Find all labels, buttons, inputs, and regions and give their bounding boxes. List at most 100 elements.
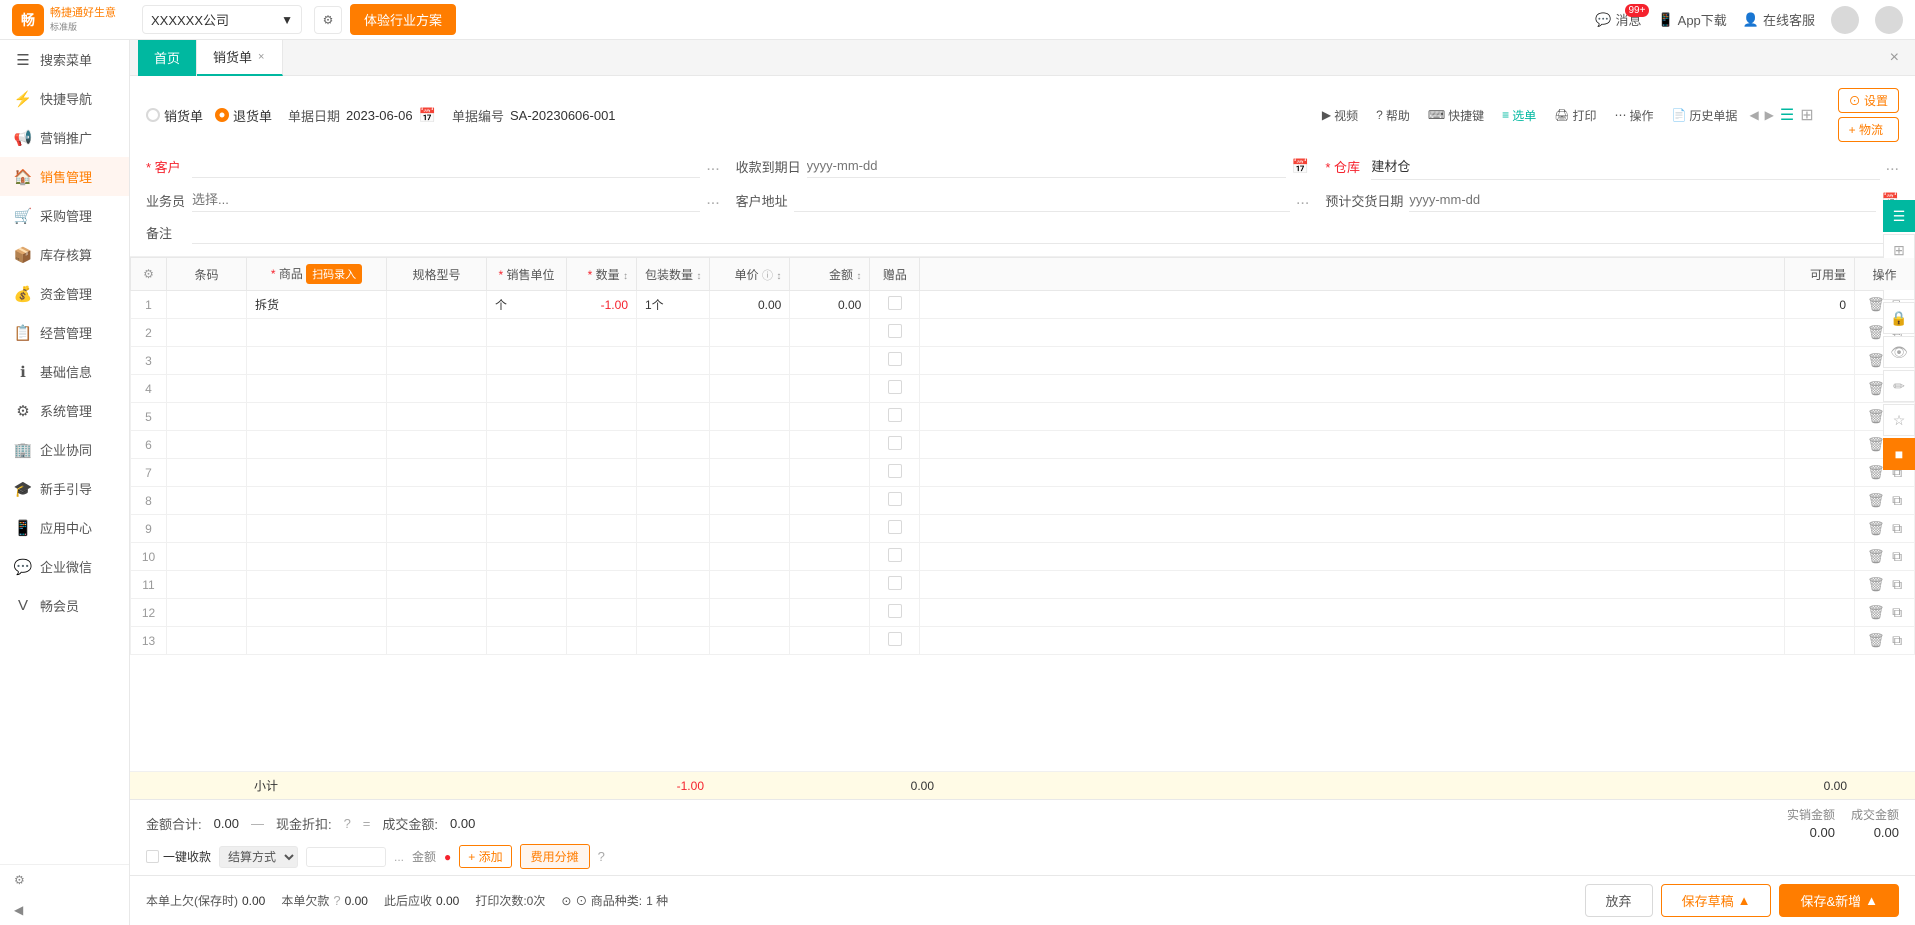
expected-date-input[interactable] [1409,188,1875,212]
row-spec[interactable] [387,487,487,515]
row-price[interactable] [710,459,790,487]
sidebar-bottom-collapse[interactable]: ◀ [0,895,129,925]
sidebar-item-app-center[interactable]: 📱 应用中心 [0,508,129,547]
total-owe-help-icon[interactable]: ? [333,893,340,908]
toolbar-select-button[interactable]: ≡ 选单 [1496,104,1542,127]
row-barcode[interactable] [167,319,247,347]
row-gift[interactable] [870,515,920,543]
sidebar-item-enterprise[interactable]: 🏢 企业协同 [0,430,129,469]
copy-row-icon[interactable]: ⧉ [1892,604,1902,620]
row-amount[interactable] [790,543,870,571]
row-price[interactable] [710,543,790,571]
th-amount[interactable]: 金额 ↕ [790,258,870,291]
row-barcode[interactable] [167,515,247,543]
radio-return[interactable]: 退货单 [215,106,272,125]
row-spec[interactable] [387,431,487,459]
toolbar-history-button[interactable]: 📄 历史单据 [1665,104,1743,127]
due-date-calendar-icon[interactable]: 📅 [1292,158,1309,175]
row-price[interactable]: 0.00 [710,291,790,319]
view-grid-icon[interactable]: ⊞ [1800,105,1813,125]
copy-row-icon[interactable]: ⧉ [1892,632,1902,648]
row-amount[interactable] [790,515,870,543]
row-amount[interactable] [790,403,870,431]
row-gift[interactable] [870,375,920,403]
save-new-button[interactable]: 保存&新增 ▲ [1779,884,1899,917]
th-unit[interactable]: * 销售单位 [487,258,567,291]
row-price[interactable] [710,431,790,459]
row-spec[interactable] [387,291,487,319]
row-gift[interactable] [870,459,920,487]
row-gift[interactable] [870,347,920,375]
row-barcode[interactable] [167,459,247,487]
row-amount[interactable] [790,487,870,515]
account-dots[interactable]: ... [394,850,404,864]
toolbar-video-button[interactable]: ▶ 视频 [1316,104,1364,127]
sidebar-item-finance[interactable]: 💰 资金管理 [0,274,129,313]
logistics-button[interactable]: + 物流 [1838,117,1899,142]
th-pkg[interactable]: 包装数量 ↕ [637,258,710,291]
row-qty[interactable]: -1.00 [567,291,637,319]
row-amount[interactable] [790,599,870,627]
row-qty[interactable] [567,487,637,515]
row-amount[interactable] [790,319,870,347]
row-qty[interactable] [567,543,637,571]
toolbar-print-button[interactable]: 🖨 打印 [1548,104,1602,127]
row-price[interactable] [710,627,790,655]
star-float-button[interactable]: ☆ [1883,404,1915,436]
row-barcode[interactable] [167,627,247,655]
warehouse-dots[interactable]: ... [1886,157,1899,175]
salesperson-input[interactable] [192,188,700,212]
toolbar-shortcuts-button[interactable]: ⌨ 快捷键 [1422,104,1490,127]
user-avatar2[interactable] [1875,6,1903,34]
row-barcode[interactable] [167,375,247,403]
row-price[interactable] [710,487,790,515]
sidebar-item-purchase-mgmt[interactable]: 🛒 采购管理 [0,196,129,235]
row-spec[interactable] [387,627,487,655]
delete-row-icon[interactable]: 🗑 [1867,492,1885,508]
orange-box-float-button[interactable]: ■ [1883,438,1915,470]
nav-right-icon[interactable]: ▶ [1765,108,1774,122]
expense-help-icon[interactable]: ? [598,849,605,864]
lock-float-button[interactable]: 🔒 [1883,302,1915,334]
row-barcode[interactable] [167,347,247,375]
delete-row-icon[interactable]: 🗑 [1867,520,1885,536]
nav-left-icon[interactable]: ◀ [1749,108,1758,122]
tab-sales-order[interactable]: 销货单 × [197,40,283,76]
sidebar-bottom-settings[interactable]: ⚙ [0,865,129,895]
row-barcode[interactable] [167,599,247,627]
online-service-button[interactable]: 👤 在线客服 [1743,10,1815,29]
sidebar-item-marketing[interactable]: 📢 营销推广 [0,118,129,157]
salesperson-dots[interactable]: ... [706,191,719,209]
remark-input[interactable] [192,220,1899,244]
th-gift[interactable]: 赠品 [870,258,920,291]
app-download-button[interactable]: 📱 App下载 [1657,10,1726,29]
th-spec[interactable]: 规格型号 [387,258,487,291]
row-amount[interactable] [790,627,870,655]
customer-input[interactable] [192,154,700,178]
customer-addr-input[interactable] [794,188,1290,212]
row-qty[interactable] [567,571,637,599]
settings-button[interactable]: ⊙ 设置 [1838,88,1899,113]
sidebar-item-quick-nav[interactable]: ⚡ 快捷导航 [0,79,129,118]
row-spec[interactable] [387,543,487,571]
row-spec[interactable] [387,599,487,627]
row-barcode[interactable] [167,431,247,459]
messages-button[interactable]: 💬 消息 99+ [1595,10,1641,29]
row-qty[interactable] [567,431,637,459]
tab-close-icon[interactable]: × [256,49,266,65]
eye-float-button[interactable]: 👁 [1883,336,1915,368]
add-button[interactable]: + 添加 [459,845,511,868]
row-qty[interactable] [567,627,637,655]
row-barcode[interactable] [167,291,247,319]
settings-gear-button[interactable]: ⚙ [314,6,342,34]
row-gift[interactable] [870,627,920,655]
row-gift[interactable] [870,571,920,599]
one-click-pay-checkbox[interactable]: 一键收款 [146,848,211,865]
discard-button[interactable]: 放弃 [1585,884,1653,917]
row-gift[interactable] [870,403,920,431]
customer-addr-dots[interactable]: ... [1296,191,1309,209]
sidebar-item-guide[interactable]: 🎓 新手引导 [0,469,129,508]
th-qty[interactable]: * 数量 ↕ [567,258,637,291]
row-qty[interactable] [567,459,637,487]
row-spec[interactable] [387,375,487,403]
